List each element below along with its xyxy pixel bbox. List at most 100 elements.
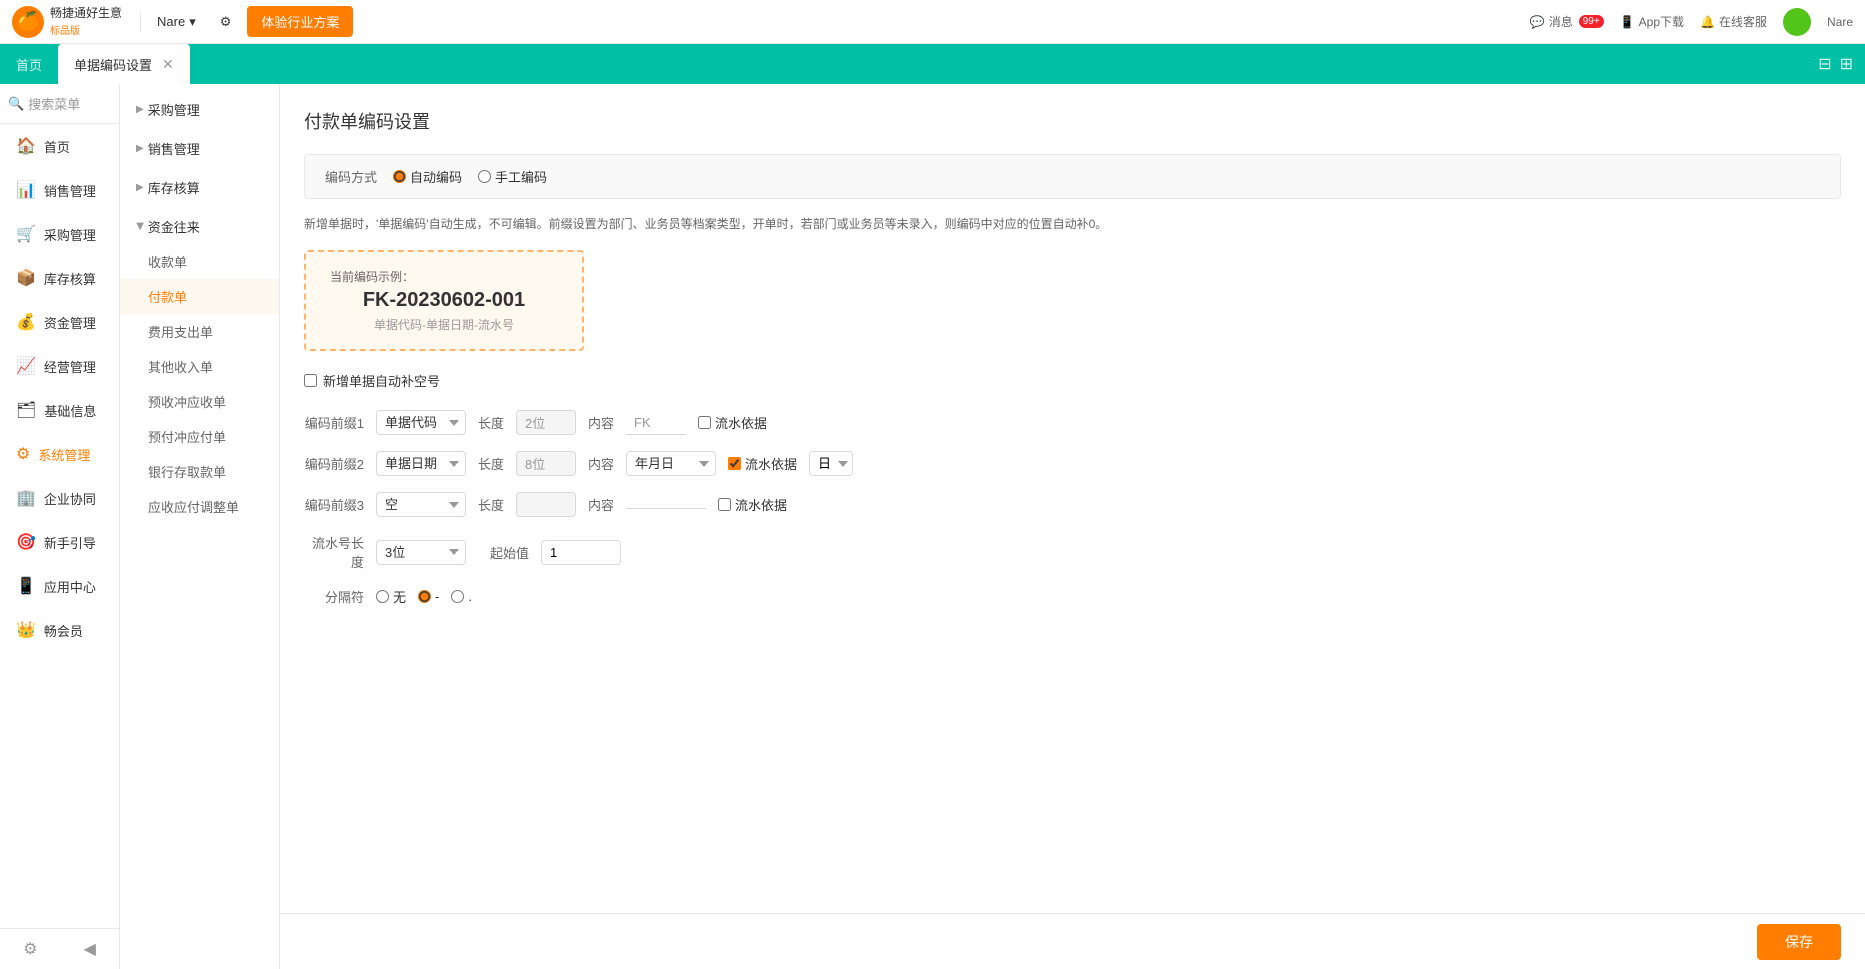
serial-length-select[interactable]: 3位 4位 5位 (376, 540, 466, 565)
online-service-btn[interactable]: 🔔 在线客服 (1700, 13, 1767, 30)
prefix1-length-label: 长度 (478, 413, 504, 432)
auto-fill-checkbox[interactable] (304, 374, 317, 387)
serial-row: 流水号长度 3位 4位 5位 起始值 (304, 533, 1841, 571)
sidebar-item-enterprise[interactable]: 🏢 企业协同 (0, 476, 119, 520)
sub-group-capital-header[interactable]: ▶ 资金往来 (120, 209, 279, 244)
sidebar-item-purchase-label: 采购管理 (44, 225, 96, 244)
message-btn[interactable]: 💬 消息 99+ (1530, 13, 1604, 30)
settings-dropdown[interactable]: ⚙ (212, 10, 240, 34)
prefix2-length-input (516, 451, 576, 476)
prefix2-liushui-checkbox[interactable] (728, 457, 741, 470)
prefix2-content-select[interactable]: 年月日 年月 年 (626, 451, 716, 476)
separator-row: 分隔符 无 - . (304, 587, 1841, 606)
sub-item-ar-adjustment[interactable]: 应收应付调整单 (120, 489, 279, 524)
workspace-dropdown[interactable]: Nare ▾ (149, 10, 204, 34)
sidebar-item-member-label: 畅会员 (44, 621, 83, 640)
start-value-input[interactable] (541, 540, 621, 565)
separator-none-option[interactable]: 无 (376, 587, 406, 606)
tab-home[interactable]: 首页 (0, 44, 58, 84)
sidebar-item-inventory[interactable]: 📦 库存核算 (0, 256, 119, 300)
sidebar-item-home[interactable]: 🏠 首页 (0, 124, 119, 168)
sub-group-purchase-arrow: ▶ (136, 104, 144, 115)
prefix1-liushui-item[interactable]: 流水依据 (698, 413, 767, 432)
separator-dot-option[interactable]: . (451, 589, 472, 604)
main-content: 付款单编码设置 编码方式 自动编码 手工编码 新增单据时，'单据编码'自动生成，… (280, 84, 1865, 969)
sub-item-expense[interactable]: 费用支出单 (120, 314, 279, 349)
sub-group-sales: ▶ 销售管理 (120, 131, 279, 166)
separator-none-radio[interactable] (376, 590, 389, 603)
collapse-icon[interactable]: ◀ (84, 939, 96, 959)
sub-item-prepay-pay-label: 预付冲应付单 (148, 430, 226, 445)
sidebar-item-inventory-label: 库存核算 (44, 269, 96, 288)
encoding-radio-group: 自动编码 手工编码 (393, 167, 547, 186)
business-icon: 📈 (16, 356, 36, 376)
separator-dash-option[interactable]: - (418, 589, 439, 604)
prefix1-row: 编码前缀1 单据代码 单据日期 空 长度 内容 FK 流水依据 (304, 410, 1841, 435)
auto-encode-option[interactable]: 自动编码 (393, 167, 462, 186)
trial-button[interactable]: 体验行业方案 (247, 6, 353, 37)
sidebar-item-purchase[interactable]: 🛒 采购管理 (0, 212, 119, 256)
purchase-icon: 🛒 (16, 224, 36, 244)
sub-item-payment[interactable]: 付款单 (120, 279, 279, 314)
sub-group-purchase-label: 采购管理 (148, 100, 200, 119)
sub-item-bank-deposit[interactable]: 银行存取款单 (120, 454, 279, 489)
sidebar-item-member[interactable]: 👑 畅会员 (0, 608, 119, 652)
sub-group-inventory-label: 库存核算 (148, 178, 200, 197)
sidebar-item-system-label: 系统管理 (38, 445, 90, 464)
sub-group-sales-header[interactable]: ▶ 销售管理 (120, 131, 279, 166)
prefix3-liushui-item[interactable]: 流水依据 (718, 495, 787, 514)
prefix3-length-input (516, 492, 576, 517)
prefix3-liushui-checkbox[interactable] (718, 498, 731, 511)
manual-encode-radio[interactable] (478, 170, 491, 183)
sub-item-receipt[interactable]: 收款单 (120, 244, 279, 279)
sidebar-item-basic[interactable]: 🗂 基础信息 (0, 388, 119, 432)
sidebar-search[interactable]: 🔍 搜索菜单 (0, 84, 119, 124)
sub-item-expense-label: 费用支出单 (148, 325, 213, 340)
sub-group-purchase-header[interactable]: ▶ 采购管理 (120, 92, 279, 127)
maximize-icon[interactable]: ⊞ (1840, 54, 1853, 74)
auto-encode-radio[interactable] (393, 170, 406, 183)
manual-encode-option[interactable]: 手工编码 (478, 167, 547, 186)
sub-item-other-income[interactable]: 其他收入单 (120, 349, 279, 384)
tab-encoding[interactable]: 单据编码设置 ✕ (58, 44, 190, 84)
prefix1-liushui-checkbox[interactable] (698, 416, 711, 429)
sub-group-inventory-header[interactable]: ▶ 库存核算 (120, 170, 279, 205)
auto-fill-label: 新增单据自动补空号 (323, 371, 440, 390)
sub-item-prepay-receive[interactable]: 预收冲应收单 (120, 384, 279, 419)
sidebar-item-apps[interactable]: 📱 应用中心 (0, 564, 119, 608)
inventory-icon: 📦 (16, 268, 36, 288)
logo-text: 畅捷通好生意 (50, 6, 122, 22)
sidebar-item-system[interactable]: ⚙ 系统管理 (0, 432, 119, 476)
tab-close-icon[interactable]: ✕ (162, 56, 174, 73)
separator-dash-radio[interactable] (418, 590, 431, 603)
sidebar-bottom: ⚙ ◀ (0, 928, 119, 969)
sub-item-prepay-receive-label: 预收冲应收单 (148, 395, 226, 410)
prefix2-select[interactable]: 单据日期 单据代码 空 (376, 451, 466, 476)
sub-group-purchase: ▶ 采购管理 (120, 92, 279, 127)
prefix2-liushui-item[interactable]: 流水依据 (728, 454, 797, 473)
save-button[interactable]: 保存 (1757, 924, 1841, 960)
prefix3-content-label: 内容 (588, 495, 614, 514)
sub-item-bank-deposit-label: 银行存取款单 (148, 465, 226, 480)
prefix3-select[interactable]: 空 单据代码 单据日期 (376, 492, 466, 517)
prefix3-content-value (626, 500, 706, 509)
sidebar-item-finance[interactable]: 💰 资金管理 (0, 300, 119, 344)
sidebar-item-business[interactable]: 📈 经营管理 (0, 344, 119, 388)
tabbar-actions: ⊟ ⊞ (1806, 44, 1865, 84)
prefix1-select[interactable]: 单据代码 单据日期 空 (376, 410, 466, 435)
prefix1-liushui-label: 流水依据 (715, 413, 767, 432)
tab-encoding-label: 单据编码设置 (74, 55, 152, 74)
minimize-icon[interactable]: ⊟ (1818, 54, 1831, 74)
prefix2-liushui-select[interactable]: 日 月 年 (809, 451, 853, 476)
search-label: 搜索菜单 (28, 94, 80, 113)
avatar[interactable] (1783, 8, 1811, 36)
app-download-btn[interactable]: 📱 App下载 (1620, 13, 1684, 30)
sub-item-prepay-pay[interactable]: 预付冲应付单 (120, 419, 279, 454)
sidebar-menu: 🏠 首页 📊 销售管理 🛒 采购管理 📦 库存核算 💰 资金管理 📈 经营管理 … (0, 124, 119, 928)
sidebar-item-guide[interactable]: 🎯 新手引导 (0, 520, 119, 564)
separator-dot-radio[interactable] (451, 590, 464, 603)
message-label: 消息 (1549, 13, 1573, 30)
basic-icon: 🗂 (16, 400, 36, 420)
settings-bottom-icon[interactable]: ⚙ (23, 939, 37, 959)
sidebar-item-sales[interactable]: 📊 销售管理 (0, 168, 119, 212)
